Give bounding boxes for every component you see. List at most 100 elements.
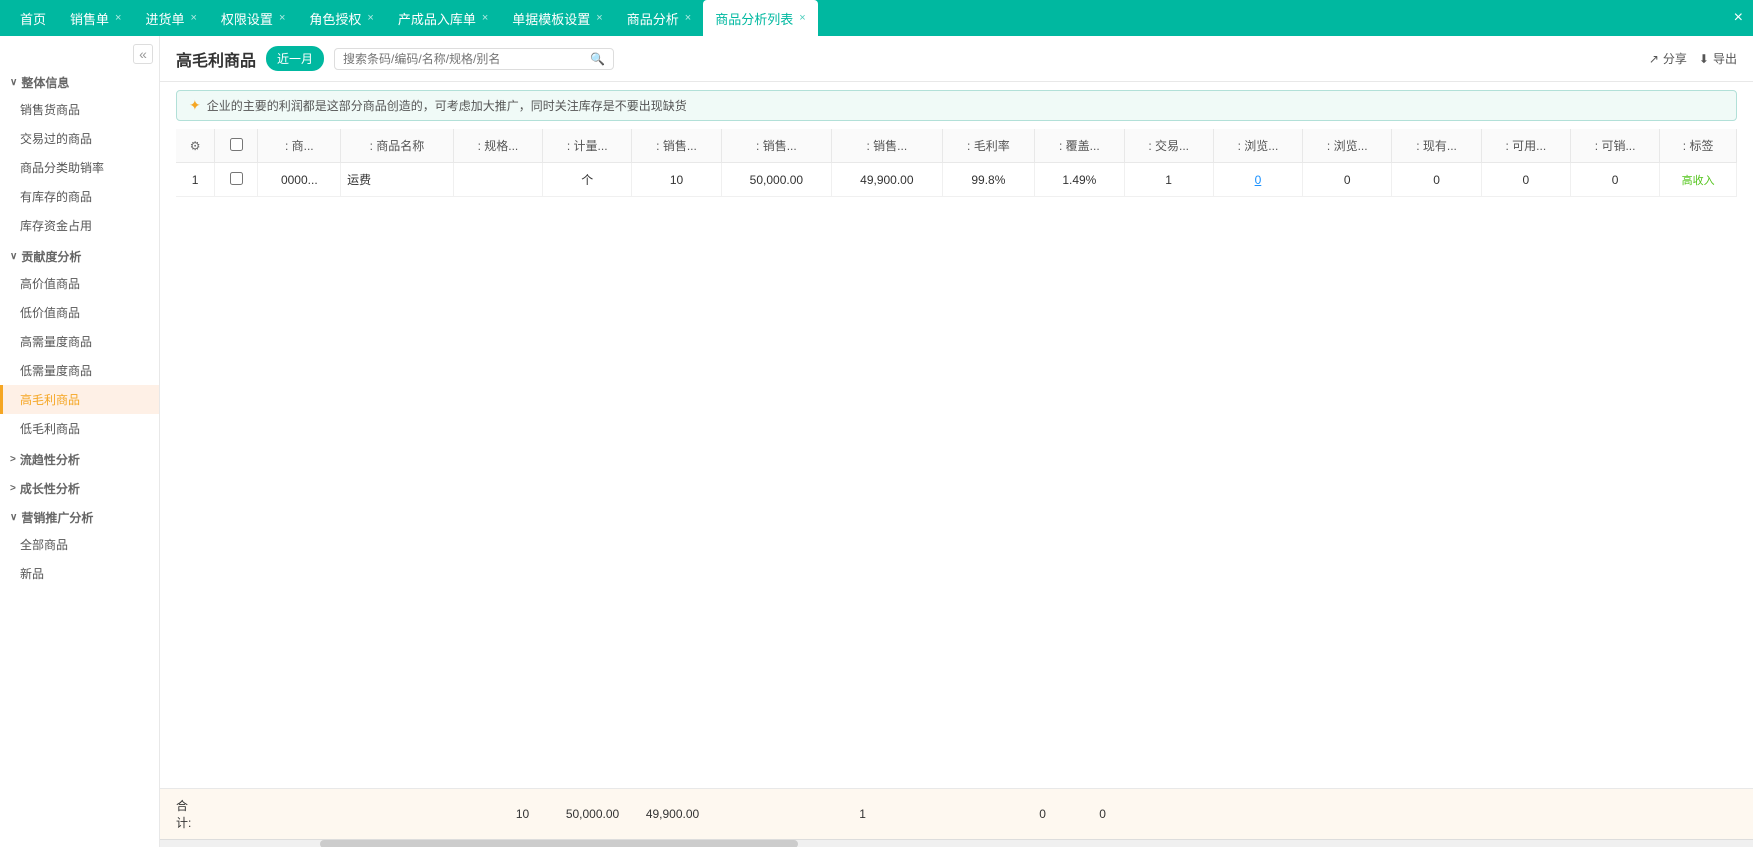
nav-tab-roles[interactable]: 角色授权× <box>297 0 385 36</box>
content-header: 高毛利商品 近一月 🔍 ↗ 分享 ⬇ 导出 <box>160 36 1753 82</box>
col-header-sales_qty[interactable]: : 销售... <box>632 129 721 163</box>
sidebar-group-growth-analysis[interactable]: >成长性分析 <box>0 472 159 501</box>
scrollbar-thumb[interactable] <box>320 840 798 847</box>
arrow-icon: ∨ <box>10 251 17 262</box>
col-header-transaction[interactable]: : 交易... <box>1124 129 1213 163</box>
sidebar-item-sales-goods[interactable]: 销售货商品 <box>0 95 159 124</box>
row-browse1-link[interactable]: 0 <box>1255 173 1262 187</box>
col-header-browse2[interactable]: : 浏览... <box>1303 129 1392 163</box>
sidebar-item-low-margin[interactable]: 低毛利商品 <box>0 414 159 443</box>
table-row: 10000...运费个1050,000.0049,900.0099.8%1.49… <box>176 163 1737 197</box>
col-header-coverage[interactable]: : 覆盖... <box>1035 129 1124 163</box>
row-name: 运费 <box>341 163 454 197</box>
col-label-gross_rate: : 毛利率 <box>967 139 1010 153</box>
close-tab-products-in[interactable]: × <box>482 12 488 24</box>
sidebar-group-label-growth-analysis: 成长性分析 <box>20 480 80 497</box>
col-header-checkbox[interactable] <box>215 129 258 163</box>
row-gross-rate: 99.8% <box>942 163 1035 197</box>
data-table: ⚙: 商...: 商品名称: 规格...: 计量...: 销售...: 销售..… <box>176 129 1737 197</box>
sidebar-item-goods-contrib[interactable]: 商品分类助销率 <box>0 153 159 182</box>
filter-recent-month[interactable]: 近一月 <box>266 46 324 71</box>
row-browse1[interactable]: 0 <box>1213 163 1302 197</box>
sidebar-group-profit-analysis[interactable]: ∨贡献度分析 <box>0 240 159 269</box>
row-sales-cost: 49,900.00 <box>832 163 942 197</box>
close-all-tabs[interactable]: × <box>1734 9 1743 27</box>
col-header-current_stock[interactable]: : 现有... <box>1392 129 1481 163</box>
search-input[interactable] <box>343 52 590 66</box>
nav-tab-analysis-list[interactable]: 商品分析列表× <box>703 0 817 36</box>
footer-cell-7: 49,900.00 <box>633 807 713 821</box>
row-num: 1 <box>176 163 215 197</box>
col-header-gross_rate[interactable]: : 毛利率 <box>942 129 1035 163</box>
close-tab-purchase[interactable]: × <box>190 12 196 24</box>
col-header-name[interactable]: : 商品名称 <box>341 129 454 163</box>
nav-tab-home[interactable]: 首页 <box>8 0 58 36</box>
sidebar-item-high-demand-low[interactable]: 低需量度商品 <box>0 356 159 385</box>
share-icon: ↗ <box>1649 52 1659 66</box>
sidebar-item-inventory-ratio[interactable]: 库存资金占用 <box>0 211 159 240</box>
sidebar-group-label-marketing-analysis: 营销推广分析 <box>21 509 93 526</box>
settings-icon[interactable]: ⚙ <box>190 139 201 153</box>
row-browse2: 0 <box>1303 163 1392 197</box>
sidebar-group-marketing-analysis[interactable]: ∨ 营销推广分析 <box>0 501 159 530</box>
col-header-code[interactable]: : 商... <box>258 129 341 163</box>
col-label-sales_amount: : 销售... <box>756 139 797 153</box>
col-header-spec[interactable]: : 规格... <box>453 129 542 163</box>
top-navigation: 首页销售单×进货单×权限设置×角色授权×产成品入库单×单据模板设置×商品分析×商… <box>0 0 1753 36</box>
col-header-unit[interactable]: : 计量... <box>543 129 632 163</box>
export-button[interactable]: ⬇ 导出 <box>1699 50 1737 67</box>
close-tab-template[interactable]: × <box>596 12 602 24</box>
close-tab-analysis[interactable]: × <box>685 12 691 24</box>
col-header-sellable[interactable]: : 可销... <box>1570 129 1659 163</box>
sidebar-item-low-value[interactable]: 低价值商品 <box>0 298 159 327</box>
col-header-available[interactable]: : 可用... <box>1481 129 1570 163</box>
nav-tab-products-in[interactable]: 产成品入库单× <box>386 0 500 36</box>
bottom-scrollbar[interactable] <box>160 839 1753 847</box>
sidebar-item-traded-goods[interactable]: 交易过的商品 <box>0 124 159 153</box>
row-sales-amount: 50,000.00 <box>721 163 831 197</box>
export-icon: ⬇ <box>1699 52 1709 66</box>
row-coverage: 1.49% <box>1035 163 1124 197</box>
col-header-sales_cost[interactable]: : 销售... <box>832 129 942 163</box>
share-button[interactable]: ↗ 分享 <box>1649 50 1687 67</box>
close-tab-analysis-list[interactable]: × <box>799 12 805 24</box>
sidebar-group-flow-analysis[interactable]: >流趋性分析 <box>0 443 159 472</box>
search-icon[interactable]: 🔍 <box>590 52 605 66</box>
col-header-sales_amount[interactable]: : 销售... <box>721 129 831 163</box>
sidebar-item-high-margin[interactable]: 高毛利商品 <box>0 385 159 414</box>
sidebar-group-overall[interactable]: ∨整体信息 <box>0 66 159 95</box>
nav-tab-purchase[interactable]: 进货单× <box>133 0 208 36</box>
footer-cell-9 <box>773 807 833 821</box>
sidebar: « ∨整体信息销售货商品交易过的商品商品分类助销率有库存的商品库存资金占用∨贡献… <box>0 36 160 847</box>
nav-tab-sales[interactable]: 销售单× <box>58 0 133 36</box>
sidebar-group-label-flow-analysis: 流趋性分析 <box>20 451 80 468</box>
row-checkbox[interactable] <box>215 163 258 197</box>
sidebar-item-high-demand-high[interactable]: 高需量度商品 <box>0 327 159 356</box>
row-checkbox[interactable] <box>230 172 243 185</box>
col-label-spec: : 规格... <box>478 139 519 153</box>
col-header-tag[interactable]: : 标签 <box>1660 129 1737 163</box>
nav-tab-template[interactable]: 单据模板设置× <box>500 0 614 36</box>
sidebar-item-inventory-goods[interactable]: 有库存的商品 <box>0 182 159 211</box>
nav-tab-analysis[interactable]: 商品分析× <box>615 0 703 36</box>
col-header-browse1[interactable]: : 浏览... <box>1213 129 1302 163</box>
footer-cell-6: 50,000.00 <box>553 807 633 821</box>
arrow-icon: ∨ <box>10 77 17 88</box>
sidebar-item-all-goods[interactable]: 全部商品 <box>0 530 159 559</box>
nav-tab-permissions[interactable]: 权限设置× <box>209 0 297 36</box>
sidebar-item-high-value[interactable]: 高价值商品 <box>0 269 159 298</box>
col-label-coverage: : 覆盖... <box>1059 139 1100 153</box>
table-container: ⚙: 商...: 商品名称: 规格...: 计量...: 销售...: 销售..… <box>160 129 1753 788</box>
select-all-checkbox[interactable] <box>230 138 243 151</box>
close-tab-sales[interactable]: × <box>115 12 121 24</box>
sidebar-collapse-button[interactable]: « <box>133 44 153 64</box>
page-title: 高毛利商品 <box>176 47 256 71</box>
col-label-browse1: : 浏览... <box>1238 139 1279 153</box>
close-tab-permissions[interactable]: × <box>279 12 285 24</box>
footer-cell-12 <box>953 807 1013 821</box>
sidebar-item-new-goods[interactable]: 新品 <box>0 559 159 588</box>
footer-cell-8 <box>713 807 773 821</box>
close-tab-roles[interactable]: × <box>367 12 373 24</box>
col-header-settings[interactable]: ⚙ <box>176 129 215 163</box>
arrow-icon: ∨ <box>10 512 17 523</box>
